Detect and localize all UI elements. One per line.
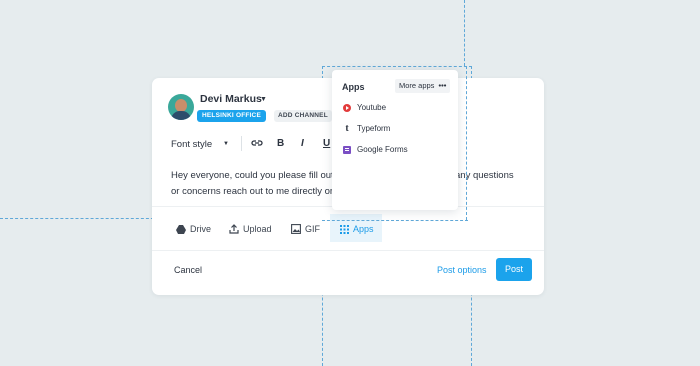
chevron-down-icon[interactable]: ▼ (223, 141, 229, 147)
google-forms-icon (343, 145, 351, 154)
link-icon[interactable] (251, 138, 263, 151)
typeform-icon: t (345, 122, 349, 134)
message-line-1-tail: any questions (455, 170, 514, 181)
chevron-down-icon[interactable]: ▼ (260, 96, 267, 103)
italic-icon[interactable]: I (301, 138, 304, 149)
drive-label: Drive (190, 224, 212, 234)
guide-line (464, 0, 465, 66)
apps-popup-title: Apps (342, 82, 365, 92)
youtube-icon (343, 103, 351, 112)
drive-button[interactable]: Drive (176, 222, 211, 236)
post-button[interactable]: Post (496, 258, 532, 281)
apps-popup: Apps More apps ••• Youtube t Typeform Go… (332, 70, 458, 210)
app-item-google-forms[interactable]: Google Forms (343, 145, 408, 154)
grid-icon (340, 224, 349, 234)
avatar (168, 94, 194, 120)
gif-button[interactable]: GIF (291, 222, 320, 236)
user-name[interactable]: Devi Markus (200, 93, 262, 105)
app-item-youtube[interactable]: Youtube (343, 103, 386, 112)
app-item-label: Typeform (357, 124, 391, 133)
bold-icon[interactable]: B (277, 138, 284, 149)
drive-icon (176, 224, 186, 234)
upload-button[interactable]: Upload (229, 222, 272, 236)
app-item-label: Google Forms (357, 145, 408, 154)
font-style-dropdown[interactable]: Font style (171, 139, 212, 150)
post-options-link[interactable]: Post options (437, 265, 487, 275)
app-item-label: Youtube (357, 103, 387, 112)
cancel-button[interactable]: Cancel (174, 265, 202, 275)
apps-button[interactable]: Apps (340, 222, 374, 236)
more-apps-label: More apps (399, 81, 435, 90)
upload-icon (229, 224, 239, 234)
underline-icon[interactable]: U (323, 138, 330, 149)
toolbar-divider (241, 136, 242, 151)
apps-label: Apps (353, 224, 374, 234)
guide-line (322, 220, 468, 221)
upload-label: Upload (243, 224, 272, 234)
add-channel-button[interactable]: ADD CHANNEL (274, 110, 332, 122)
image-icon (291, 224, 301, 234)
office-badge[interactable]: HELSINKI OFFICE (197, 110, 266, 122)
more-apps-button[interactable]: More apps ••• (395, 79, 451, 93)
gif-label: GIF (305, 224, 320, 234)
more-dots-icon: ••• (438, 81, 447, 90)
app-item-typeform[interactable]: t Typeform (343, 122, 391, 134)
guide-line (466, 66, 467, 220)
divider (152, 250, 544, 251)
